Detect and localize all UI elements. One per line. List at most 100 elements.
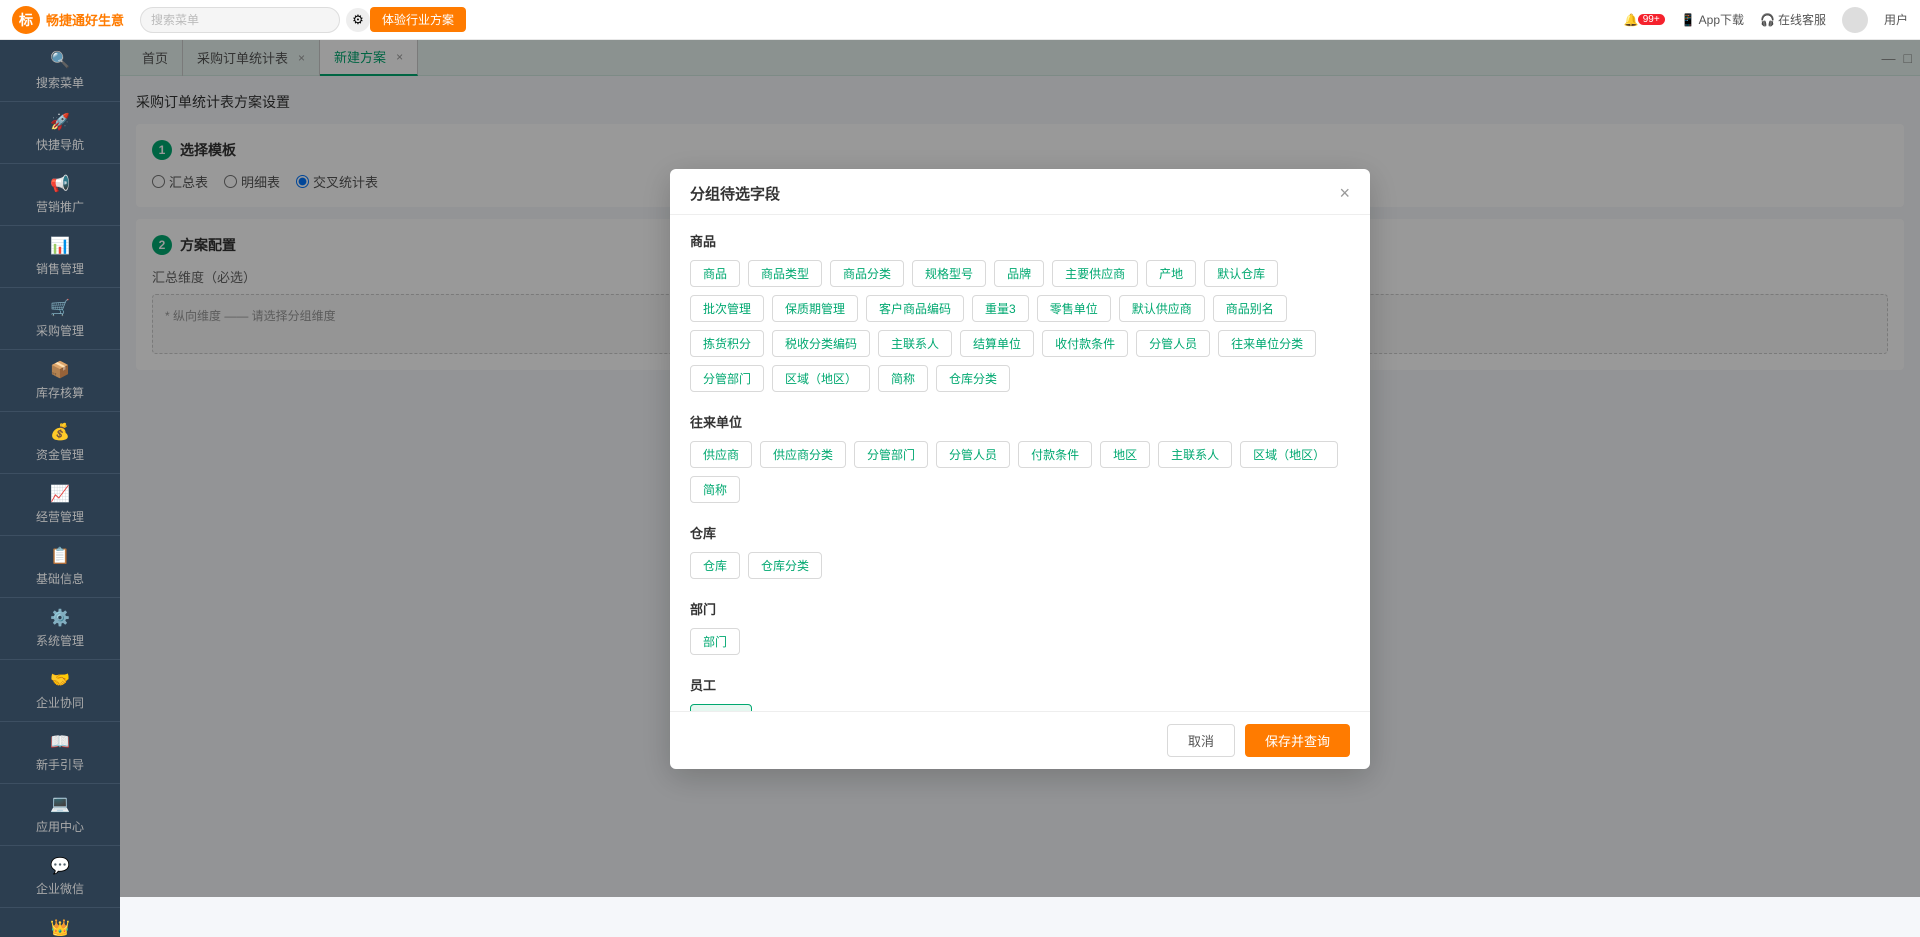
field-tag-region-product[interactable]: 区域（地区） — [772, 365, 870, 392]
sidebar-item-collab-label: 企业协同 — [36, 694, 84, 711]
sidebar-item-purchase[interactable]: 🛒 采购管理 — [0, 288, 120, 350]
field-tag-warehouse-category[interactable]: 仓库分类 — [748, 552, 822, 579]
topbar-actions: 🔔 99+ 📱 App下载 🎧 在线客服 用户 — [1624, 7, 1908, 33]
sidebar-item-sales-label: 销售管理 — [36, 260, 84, 277]
field-tag-settlement-unit[interactable]: 结算单位 — [960, 330, 1034, 357]
sidebar-item-marketing[interactable]: 📢 营销推广 — [0, 164, 120, 226]
section-dept-title: 部门 — [690, 599, 1350, 618]
field-tag-pick-points[interactable]: 拣货积分 — [690, 330, 764, 357]
sidebar-item-basic[interactable]: 📋 基础信息 — [0, 536, 120, 598]
sales-icon: 📊 — [50, 236, 70, 256]
field-tag-retail-unit[interactable]: 零售单位 — [1037, 295, 1111, 322]
bell-icon: 🔔 — [1624, 13, 1639, 27]
sidebar-item-guide[interactable]: 📖 新手引导 — [0, 722, 120, 784]
field-tag-main-contact[interactable]: 主联系人 — [878, 330, 952, 357]
field-tag-area[interactable]: 地区 — [1100, 441, 1150, 468]
logo: 标 畅捷通好生意 — [12, 6, 132, 34]
field-tag-default-warehouse[interactable]: 默认仓库 — [1204, 260, 1278, 287]
sidebar-item-purchase-label: 采购管理 — [36, 322, 84, 339]
field-tag-expiry[interactable]: 保质期管理 — [772, 295, 858, 322]
section-staff-fields: 业务员 — [690, 704, 1350, 711]
field-tag-short-name2[interactable]: 简称 — [690, 476, 740, 503]
finance-icon: 💰 — [50, 422, 70, 442]
field-tag-region-partner[interactable]: 区域（地区） — [1240, 441, 1338, 468]
headset-icon: 🎧 — [1760, 13, 1775, 27]
sidebar-item-inventory[interactable]: 📦 库存核算 — [0, 350, 120, 412]
field-tag-manager[interactable]: 分管人员 — [1136, 330, 1210, 357]
field-tag-supplier[interactable]: 供应商 — [690, 441, 752, 468]
field-tag-short-name[interactable]: 简称 — [878, 365, 928, 392]
field-tag-payment-terms[interactable]: 收付款条件 — [1042, 330, 1128, 357]
field-tag-product[interactable]: 商品 — [690, 260, 740, 287]
field-tag-main-supplier[interactable]: 主要供应商 — [1052, 260, 1138, 287]
sidebar-item-search[interactable]: 🔍 搜索菜单 — [0, 40, 120, 102]
wecom-icon: 💬 — [50, 856, 70, 876]
field-tag-brand[interactable]: 品牌 — [994, 260, 1044, 287]
field-tag-default-supplier[interactable]: 默认供应商 — [1119, 295, 1205, 322]
field-tag-origin[interactable]: 产地 — [1146, 260, 1196, 287]
field-tag-alias[interactable]: 商品别名 — [1213, 295, 1287, 322]
field-tag-product-category[interactable]: 商品分类 — [830, 260, 904, 287]
logo-icon: 标 — [12, 6, 40, 34]
sidebar-item-wecom[interactable]: 💬 企业微信 — [0, 846, 120, 908]
section-partner-fields: 供应商 供应商分类 分管部门 分管人员 付款条件 地区 主联系人 区域（地区） … — [690, 441, 1350, 503]
section-partner: 往来单位 供应商 供应商分类 分管部门 分管人员 付款条件 地区 主联系人 区域… — [690, 412, 1350, 503]
field-select-dialog: 分组待选字段 × 商品 商品 商品类型 商品分类 规格型号 品牌 主要供应商 产… — [670, 169, 1370, 769]
section-warehouse-title: 仓库 — [690, 523, 1350, 542]
dialog-overlay: 分组待选字段 × 商品 商品 商品类型 商品分类 规格型号 品牌 主要供应商 产… — [120, 40, 1920, 897]
section-staff-title: 员工 — [690, 675, 1350, 694]
field-tag-product-type[interactable]: 商品类型 — [748, 260, 822, 287]
sidebar-item-system-label: 系统管理 — [36, 632, 84, 649]
sidebar-item-finance[interactable]: 💰 资金管理 — [0, 412, 120, 474]
sidebar-item-operation[interactable]: 📈 经营管理 — [0, 474, 120, 536]
field-tag-warehouse-cat[interactable]: 仓库分类 — [936, 365, 1010, 392]
field-tag-partner-category[interactable]: 往来单位分类 — [1218, 330, 1316, 357]
field-tag-partner-manager[interactable]: 分管人员 — [936, 441, 1010, 468]
confirm-button[interactable]: 保存并查询 — [1245, 724, 1350, 757]
system-icon: ⚙️ — [50, 608, 70, 628]
app-download-area[interactable]: 📱 App下载 — [1681, 11, 1744, 28]
app-download-label: App下载 — [1699, 11, 1744, 28]
sidebar-item-inventory-label: 库存核算 — [36, 384, 84, 401]
field-tag-partner-dept[interactable]: 分管部门 — [854, 441, 928, 468]
dialog-header: 分组待选字段 × — [670, 169, 1370, 215]
online-service-label: 在线客服 — [1778, 11, 1826, 28]
notification-area[interactable]: 🔔 99+ — [1624, 13, 1665, 27]
field-tag-salesperson[interactable]: 业务员 — [690, 704, 752, 711]
phone-icon: 📱 — [1681, 13, 1696, 27]
field-tag-payment-cond[interactable]: 付款条件 — [1018, 441, 1092, 468]
sidebar-item-apps-label: 应用中心 — [36, 818, 84, 835]
sidebar-item-system[interactable]: ⚙️ 系统管理 — [0, 598, 120, 660]
field-tag-supplier-cat[interactable]: 供应商分类 — [760, 441, 846, 468]
sidebar-item-basic-label: 基础信息 — [36, 570, 84, 587]
sidebar-item-nav[interactable]: 🚀 快捷导航 — [0, 102, 120, 164]
settings-icon[interactable]: ⚙ — [346, 8, 370, 32]
field-tag-batch[interactable]: 批次管理 — [690, 295, 764, 322]
field-tag-dept-managed[interactable]: 分管部门 — [690, 365, 764, 392]
dialog-close-btn[interactable]: × — [1339, 184, 1350, 202]
experience-btn[interactable]: 体验行业方案 — [370, 7, 466, 32]
field-tag-tax-code[interactable]: 税收分类编码 — [772, 330, 870, 357]
collab-icon: 🤝 — [50, 670, 70, 690]
sidebar-item-apps[interactable]: 💻 应用中心 — [0, 784, 120, 846]
sidebar-item-operation-label: 经营管理 — [36, 508, 84, 525]
field-tag-warehouse[interactable]: 仓库 — [690, 552, 740, 579]
sidebar-item-sales[interactable]: 📊 销售管理 — [0, 226, 120, 288]
cancel-button[interactable]: 取消 — [1167, 724, 1235, 757]
search-icon: 🔍 — [50, 50, 70, 70]
nav-icon: 🚀 — [50, 112, 70, 132]
field-tag-main-contact2[interactable]: 主联系人 — [1158, 441, 1232, 468]
sidebar-item-collab[interactable]: 🤝 企业协同 — [0, 660, 120, 722]
field-tag-weight[interactable]: 重量3 — [972, 295, 1029, 322]
avatar[interactable] — [1842, 7, 1868, 33]
sidebar-item-vip[interactable]: 👑 畅会员 — [0, 908, 120, 937]
sidebar-item-marketing-label: 营销推广 — [36, 198, 84, 215]
online-service-area[interactable]: 🎧 在线客服 — [1760, 11, 1826, 28]
field-tag-customer-code[interactable]: 客户商品编码 — [866, 295, 964, 322]
field-tag-dept[interactable]: 部门 — [690, 628, 740, 655]
marketing-icon: 📢 — [50, 174, 70, 194]
inventory-icon: 📦 — [50, 360, 70, 380]
sidebar-item-nav-label: 快捷导航 — [36, 136, 84, 153]
field-tag-spec[interactable]: 规格型号 — [912, 260, 986, 287]
search-box[interactable]: 搜索菜单 — [140, 7, 340, 33]
